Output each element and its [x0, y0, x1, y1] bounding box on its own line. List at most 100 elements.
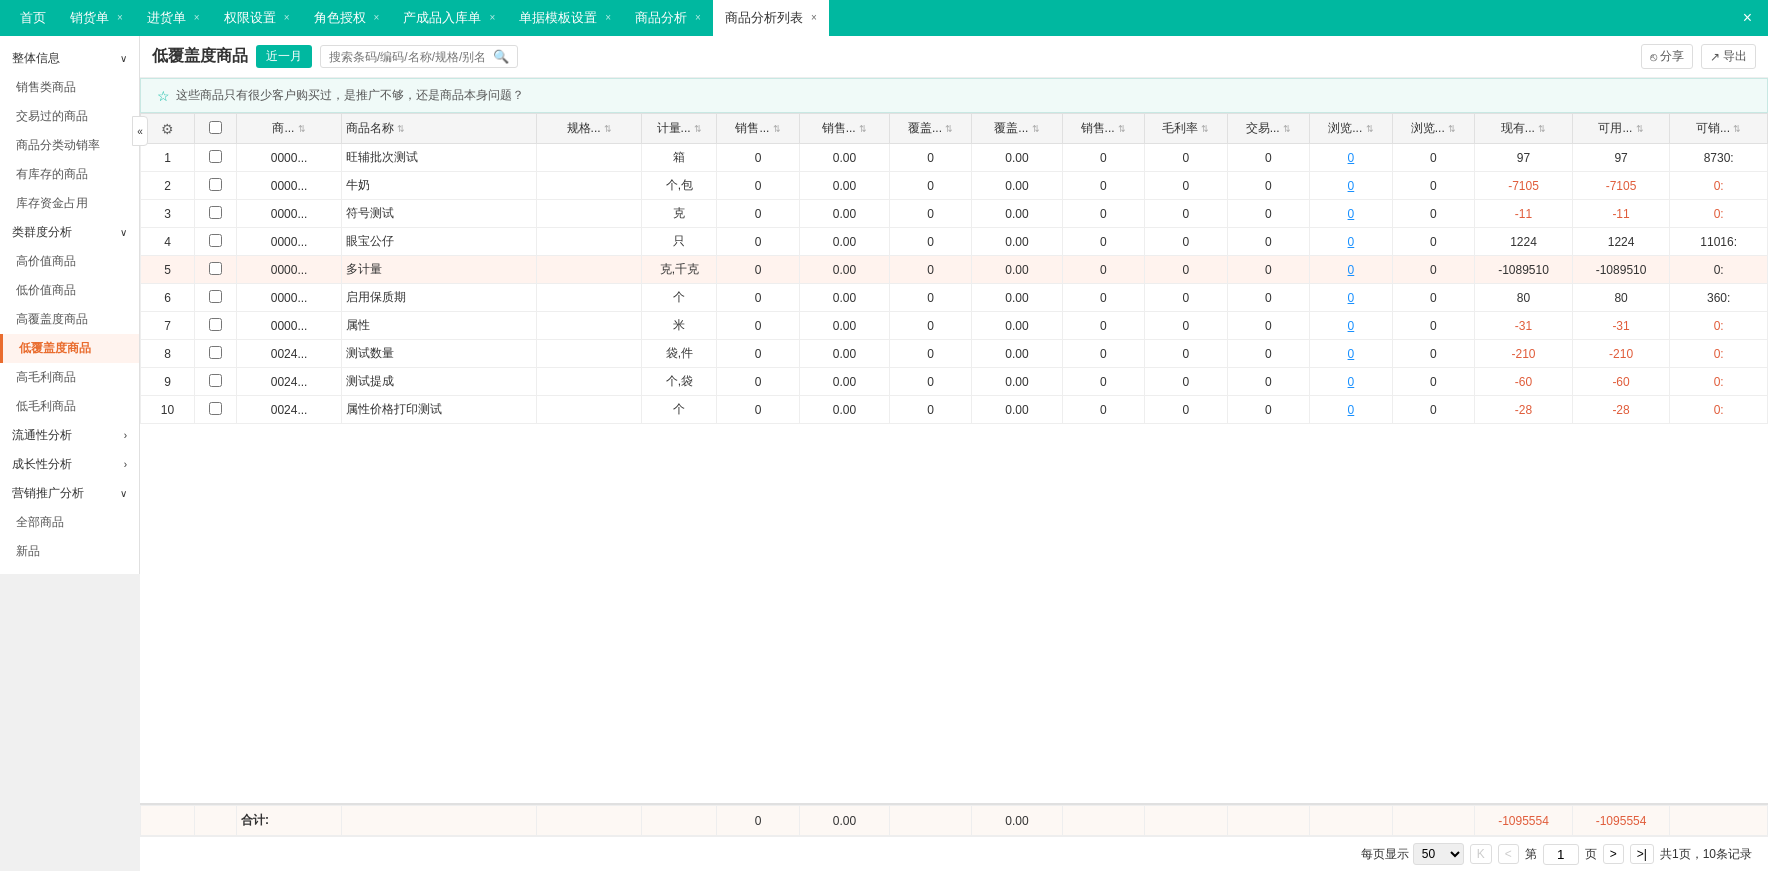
col-header-sales-amt[interactable]: 销售... ⇅ — [799, 114, 889, 144]
sidebar-item-high-coverage[interactable]: 高覆盖度商品 — [0, 305, 139, 334]
col-header-code[interactable]: 商... ⇅ — [237, 114, 342, 144]
sidebar-item-high-profit[interactable]: 高毛利商品 — [0, 363, 139, 392]
col-header-check[interactable] — [195, 114, 237, 144]
time-filter-button[interactable]: 近一月 — [256, 45, 312, 68]
row-gross-rate: 0 — [1145, 172, 1228, 200]
col-header-cov-cust[interactable]: 覆盖... ⇅ — [889, 114, 972, 144]
row-unit: 个,包 — [642, 172, 717, 200]
row-browse2: 0 — [1392, 396, 1475, 424]
row-checkbox[interactable] — [195, 172, 237, 200]
sidebar-item-low-profit[interactable]: 低毛利商品 — [0, 392, 139, 421]
close-icon[interactable]: × — [811, 0, 817, 36]
sidebar-section-marketing[interactable]: 营销推广分析 ∨ — [0, 479, 139, 508]
row-gross-rate: 0 — [1145, 228, 1228, 256]
col-header-trans[interactable]: 交易... ⇅ — [1227, 114, 1310, 144]
row-checkbox[interactable] — [195, 368, 237, 396]
sidebar-item-stocked-goods[interactable]: 有库存的商品 — [0, 160, 139, 189]
col-header-settings[interactable]: ⚙ — [141, 114, 195, 144]
sidebar-item-new-goods[interactable]: 新品 — [0, 537, 139, 566]
nav-template-settings[interactable]: 单据模板设置 × — [507, 0, 623, 36]
sidebar-item-low-coverage[interactable]: 低覆盖度商品 — [0, 334, 139, 363]
row-checkbox[interactable] — [195, 228, 237, 256]
sidebar-item-stock-capital[interactable]: 库存资金占用 — [0, 189, 139, 218]
row-checkbox[interactable] — [195, 144, 237, 172]
col-header-sales-days[interactable]: 销售... ⇅ — [1062, 114, 1145, 144]
search-icon[interactable]: 🔍 — [493, 49, 509, 64]
sidebar-item-traded-goods[interactable]: 交易过的商品 — [0, 102, 139, 131]
first-page-button[interactable]: K — [1470, 844, 1492, 864]
col-header-sales-qty[interactable]: 销售... ⇅ — [717, 114, 800, 144]
data-table-wrapper: ⚙ 商... ⇅ 商品名称 ⇅ — [140, 113, 1768, 803]
col-header-browse2[interactable]: 浏览... ⇅ — [1392, 114, 1475, 144]
sidebar-item-high-value[interactable]: 高价值商品 — [0, 247, 139, 276]
sidebar-item-sales-goods[interactable]: 销售类商品 — [0, 73, 139, 102]
row-browse1[interactable]: 0 — [1310, 284, 1393, 312]
row-sales-qty: 0 — [717, 396, 800, 424]
sidebar-item-low-value[interactable]: 低价值商品 — [0, 276, 139, 305]
row-browse1[interactable]: 0 — [1310, 200, 1393, 228]
export-button[interactable]: ↗ 导出 — [1701, 44, 1756, 69]
nav-product-inbound[interactable]: 产成品入库单 × — [391, 0, 507, 36]
nav-purchase-order[interactable]: 进货单 × — [135, 0, 212, 36]
row-browse1[interactable]: 0 — [1310, 172, 1393, 200]
col-header-name[interactable]: 商品名称 ⇅ — [342, 114, 537, 144]
row-checkbox[interactable] — [195, 284, 237, 312]
select-all-checkbox[interactable] — [209, 121, 222, 134]
nav-role-auth[interactable]: 角色授权 × — [302, 0, 392, 36]
close-icon[interactable]: × — [374, 0, 380, 36]
search-input[interactable] — [329, 50, 489, 64]
sort-icon: ⇅ — [1118, 124, 1126, 134]
nav-goods-analysis-list[interactable]: 商品分析列表 × — [713, 0, 829, 36]
row-browse1[interactable]: 0 — [1310, 340, 1393, 368]
sidebar-section-growth[interactable]: 成长性分析 › — [0, 450, 139, 479]
nav-permission-settings[interactable]: 权限设置 × — [212, 0, 302, 36]
col-header-avail[interactable]: 可用... ⇅ — [1572, 114, 1670, 144]
page-number-input[interactable] — [1543, 844, 1579, 865]
row-checkbox[interactable] — [195, 256, 237, 284]
gear-icon[interactable]: ⚙ — [161, 121, 174, 137]
nav-goods-analysis[interactable]: 商品分析 × — [623, 0, 713, 36]
col-header-saleable[interactable]: 可销... ⇅ — [1670, 114, 1768, 144]
nav-home[interactable]: 首页 — [8, 0, 58, 36]
row-checkbox[interactable] — [195, 396, 237, 424]
share-button[interactable]: ⎋ 分享 — [1641, 44, 1693, 69]
sidebar-section-group-analysis[interactable]: 类群度分析 ∨ — [0, 218, 139, 247]
col-header-unit[interactable]: 计量... ⇅ — [642, 114, 717, 144]
row-stock: -7105 — [1475, 172, 1573, 200]
col-header-stock[interactable]: 现有... ⇅ — [1475, 114, 1573, 144]
sidebar-section-liquidity[interactable]: 流通性分析 › — [0, 421, 139, 450]
sidebar-item-all-goods[interactable]: 全部商品 — [0, 508, 139, 537]
sidebar-section-overview[interactable]: 整体信息 ∨ — [0, 44, 139, 73]
row-checkbox[interactable] — [195, 312, 237, 340]
page-size-select[interactable]: 50 20 100 200 — [1413, 843, 1464, 865]
close-icon[interactable]: × — [117, 0, 123, 36]
prev-page-button[interactable]: < — [1498, 844, 1519, 864]
row-browse1[interactable]: 0 — [1310, 396, 1393, 424]
row-browse1[interactable]: 0 — [1310, 228, 1393, 256]
close-icon[interactable]: × — [489, 0, 495, 36]
close-icon[interactable]: × — [695, 0, 701, 36]
close-icon[interactable]: × — [605, 0, 611, 36]
chevron-right-icon: › — [124, 430, 127, 441]
row-gross-rate: 0 — [1145, 256, 1228, 284]
col-header-gross[interactable]: 毛利率 ⇅ — [1145, 114, 1228, 144]
row-checkbox[interactable] — [195, 200, 237, 228]
sidebar-collapse-button[interactable]: « — [132, 116, 148, 146]
close-icon[interactable]: × — [194, 0, 200, 36]
row-browse1[interactable]: 0 — [1310, 312, 1393, 340]
close-icon[interactable]: × — [284, 0, 290, 36]
last-page-button[interactable]: >| — [1630, 844, 1654, 864]
col-header-browse1[interactable]: 浏览... ⇅ — [1310, 114, 1393, 144]
row-browse1[interactable]: 0 — [1310, 368, 1393, 396]
next-page-button[interactable]: > — [1603, 844, 1624, 864]
row-browse1[interactable]: 0 — [1310, 144, 1393, 172]
sidebar-item-category-rate[interactable]: 商品分类动销率 — [0, 131, 139, 160]
row-saleable: 0: — [1670, 368, 1768, 396]
nav-sales-order[interactable]: 销货单 × — [58, 0, 135, 36]
sort-icon: ⇅ — [1538, 124, 1546, 134]
row-checkbox[interactable] — [195, 340, 237, 368]
col-header-spec[interactable]: 规格... ⇅ — [537, 114, 642, 144]
row-browse1[interactable]: 0 — [1310, 256, 1393, 284]
window-close-button[interactable]: × — [1735, 9, 1760, 27]
col-header-cov-rate[interactable]: 覆盖... ⇅ — [972, 114, 1062, 144]
